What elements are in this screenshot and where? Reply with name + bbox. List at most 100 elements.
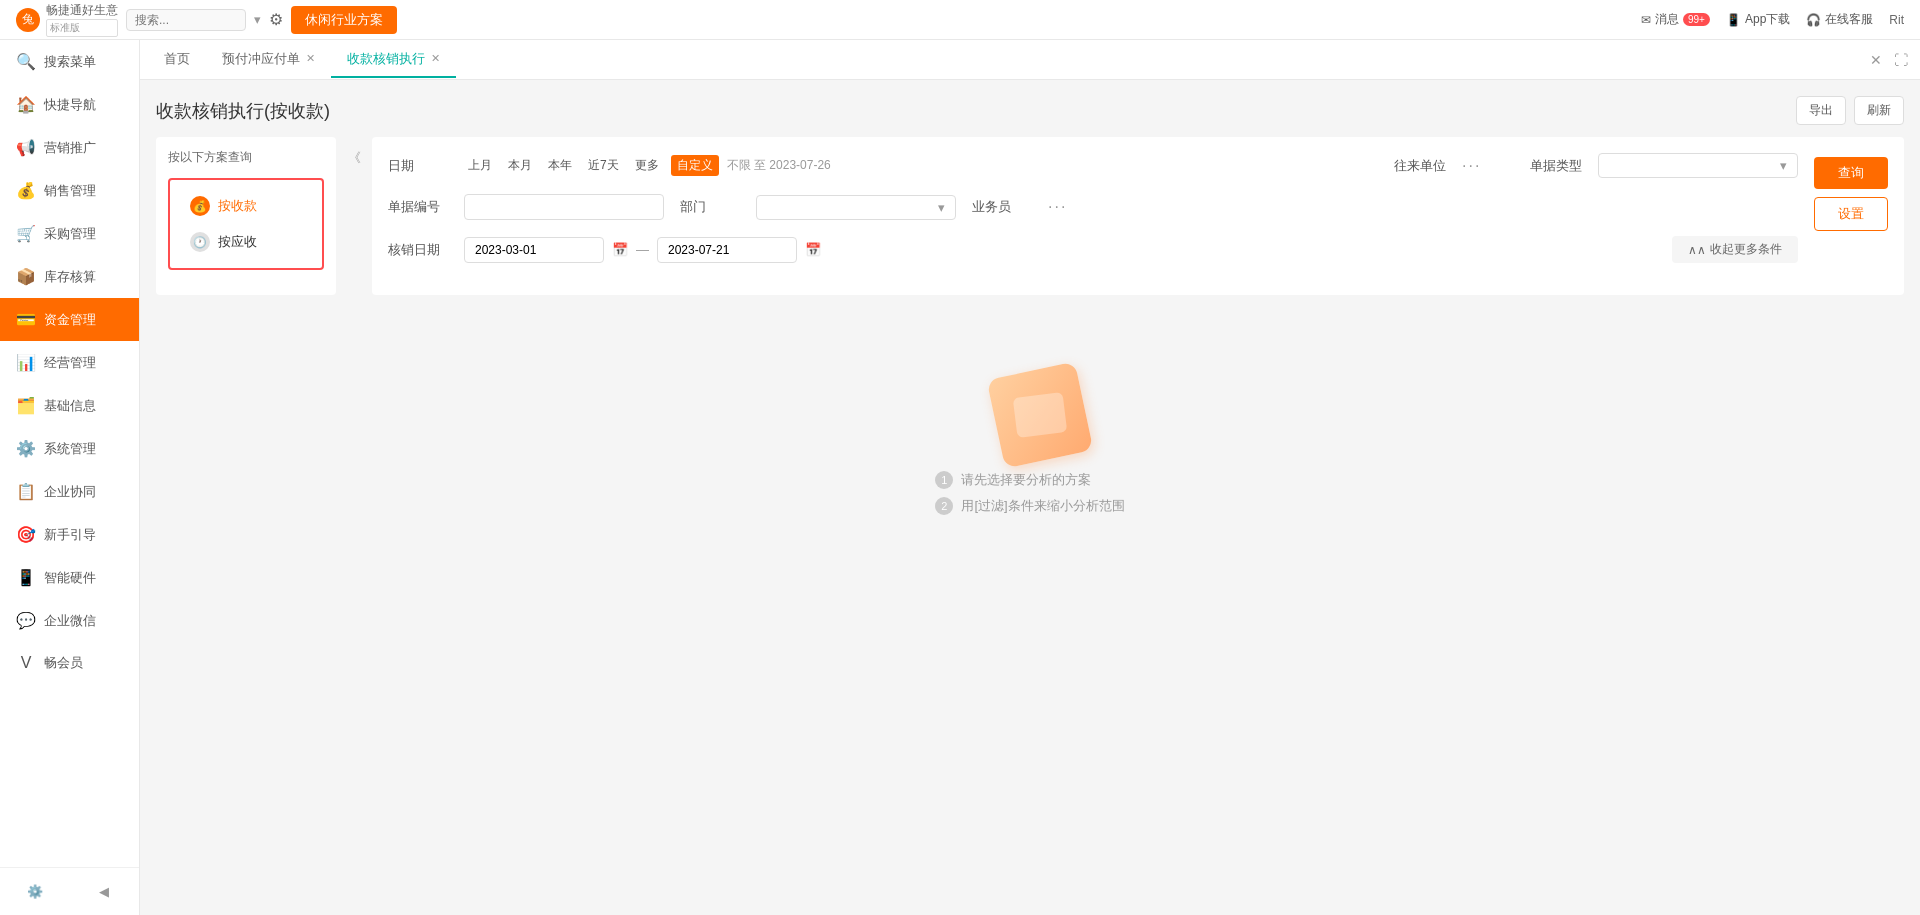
- form-row-2: 单据编号 部门 ▾ 业务员 ···: [388, 194, 1798, 220]
- sidebar-item-quicknav[interactable]: 🏠 快捷导航: [0, 83, 139, 126]
- sidebar-item-member[interactable]: V 畅会员: [0, 642, 139, 684]
- basic-info-icon: 🗂️: [16, 396, 36, 415]
- filter-by-receipt[interactable]: 💰 按收款: [178, 188, 314, 224]
- headset-icon: 🎧: [1806, 13, 1821, 27]
- search-icon: 🔍: [16, 52, 36, 71]
- sidebar-item-purchase[interactable]: 🛒 采购管理: [0, 212, 139, 255]
- collapse-more-label: 收起更多条件: [1710, 241, 1782, 258]
- chevron-down-icon: ▾: [938, 200, 945, 215]
- date-separator: —: [636, 242, 649, 257]
- verify-date-start-input[interactable]: [464, 237, 604, 263]
- sidebar-item-inventory[interactable]: 📦 库存核算: [0, 255, 139, 298]
- staff-label: 业务员: [972, 198, 1032, 216]
- gear-icon[interactable]: ⚙: [269, 10, 283, 29]
- sidebar-collapse-btn[interactable]: ◀: [70, 876, 140, 907]
- tip-number-1: 1: [935, 471, 953, 489]
- collapse-more-button[interactable]: ∧∧ 收起更多条件: [1672, 236, 1798, 263]
- customer-service-item[interactable]: 🎧 在线客服: [1806, 11, 1873, 28]
- sidebar-item-label: 采购管理: [44, 225, 96, 243]
- verify-date-end-input[interactable]: [657, 237, 797, 263]
- filter-by-receivable[interactable]: 🕐 按应收: [178, 224, 314, 260]
- doc-no-input[interactable]: [464, 194, 664, 220]
- sidebar-item-label: 经营管理: [44, 354, 96, 372]
- doc-type-label: 单据类型: [1530, 157, 1590, 175]
- export-button[interactable]: 导出: [1796, 96, 1846, 125]
- chevron-down-icon: ▾: [1780, 158, 1787, 173]
- marketing-icon: 📢: [16, 138, 36, 157]
- enterprise-icon: 📋: [16, 482, 36, 501]
- app-download-label: App下载: [1745, 11, 1790, 28]
- sidebar-item-hardware[interactable]: 📱 智能硬件: [0, 556, 139, 599]
- tab-close-icon[interactable]: ✕: [306, 52, 315, 65]
- tab-collection[interactable]: 收款核销执行 ✕: [331, 42, 456, 78]
- filter-collapse-button[interactable]: 《: [344, 149, 364, 167]
- dept-select[interactable]: ▾: [756, 195, 956, 220]
- page-title: 收款核销执行(按收款): [156, 99, 330, 123]
- verify-date-group: 📅 — 📅: [464, 237, 821, 263]
- date-btn-this-month[interactable]: 本月: [504, 155, 536, 176]
- date-btn-last-month[interactable]: 上月: [464, 155, 496, 176]
- tip-number-2: 2: [935, 497, 953, 515]
- main-layout: 🔍 搜索菜单 🏠 快捷导航 📢 营销推广 💰 销售管理 🛒 采购管理 📦 库存核…: [0, 40, 1920, 915]
- counterpart-input[interactable]: ···: [1462, 157, 1522, 175]
- empty-icon: [980, 355, 1080, 455]
- empty-tip-2: 2 用[过滤]条件来缩小分析范围: [935, 497, 1124, 515]
- sidebar-item-label: 快捷导航: [44, 96, 96, 114]
- date-btn-custom[interactable]: 自定义: [671, 155, 719, 176]
- sidebar-item-system[interactable]: ⚙️ 系统管理: [0, 427, 139, 470]
- sidebar-item-label: 资金管理: [44, 311, 96, 329]
- username: Rit: [1889, 13, 1904, 27]
- calendar-end-icon[interactable]: 📅: [805, 242, 821, 257]
- message-item[interactable]: ✉ 消息 99+: [1641, 11, 1710, 28]
- date-btn-7days[interactable]: 近7天: [584, 155, 623, 176]
- member-icon: V: [16, 654, 36, 672]
- sidebar-item-marketing[interactable]: 📢 营销推广: [0, 126, 139, 169]
- sidebar-item-label: 营销推广: [44, 139, 96, 157]
- tab-label: 预付冲应付单: [222, 50, 300, 68]
- filter-item-label: 按收款: [218, 197, 257, 215]
- sidebar-item-label: 智能硬件: [44, 569, 96, 587]
- guide-icon: 🎯: [16, 525, 36, 544]
- sidebar-item-guide[interactable]: 🎯 新手引导: [0, 513, 139, 556]
- management-icon: 📊: [16, 353, 36, 372]
- hardware-icon: 📱: [16, 568, 36, 587]
- sidebar-item-search[interactable]: 🔍 搜索菜单: [0, 40, 139, 83]
- sales-icon: 💰: [16, 181, 36, 200]
- solution-button[interactable]: 休闲行业方案: [291, 6, 397, 34]
- sidebar-item-wechat[interactable]: 💬 企业微信: [0, 599, 139, 642]
- sidebar-item-management[interactable]: 📊 经营管理: [0, 341, 139, 384]
- refresh-button[interactable]: 刷新: [1854, 96, 1904, 125]
- purchase-icon: 🛒: [16, 224, 36, 243]
- close-window-icon[interactable]: ✕: [1866, 48, 1886, 72]
- sidebar-item-basic-info[interactable]: 🗂️ 基础信息: [0, 384, 139, 427]
- topbar-right: ✉ 消息 99+ 📱 App下载 🎧 在线客服 Rit: [1641, 11, 1904, 28]
- setting-button[interactable]: 设置: [1814, 197, 1888, 231]
- inventory-icon: 📦: [16, 267, 36, 286]
- date-btn-more[interactable]: 更多: [631, 155, 663, 176]
- doc-no-label: 单据编号: [388, 198, 448, 216]
- logo-badge: 标准版: [46, 19, 118, 37]
- tab-close-icon[interactable]: ✕: [431, 52, 440, 65]
- verify-date-label: 核销日期: [388, 241, 448, 259]
- dropdown-icon[interactable]: ▾: [254, 12, 261, 27]
- search-input[interactable]: [126, 9, 246, 31]
- query-button[interactable]: 查询: [1814, 157, 1888, 189]
- fullscreen-icon[interactable]: ⛶: [1890, 48, 1912, 72]
- tab-label: 首页: [164, 50, 190, 68]
- sidebar-item-label: 销售管理: [44, 182, 96, 200]
- app-download-item[interactable]: 📱 App下载: [1726, 11, 1790, 28]
- sidebar-item-sales[interactable]: 💰 销售管理: [0, 169, 139, 212]
- app-icon: 📱: [1726, 13, 1741, 27]
- tab-home[interactable]: 首页: [148, 42, 206, 78]
- sidebar-item-enterprise[interactable]: 📋 企业协同: [0, 470, 139, 513]
- calendar-start-icon[interactable]: 📅: [612, 242, 628, 257]
- customer-service-label: 在线客服: [1825, 11, 1873, 28]
- date-btn-this-year[interactable]: 本年: [544, 155, 576, 176]
- date-range-text: 不限 至 2023-07-26: [727, 157, 831, 174]
- staff-input[interactable]: ···: [1048, 198, 1108, 216]
- sidebar-settings-btn[interactable]: ⚙️: [0, 876, 70, 907]
- sidebar-item-finance[interactable]: 💳 资金管理: [0, 298, 139, 341]
- tab-prepay[interactable]: 预付冲应付单 ✕: [206, 42, 331, 78]
- sidebar-item-label: 搜索菜单: [44, 53, 96, 71]
- doc-type-select[interactable]: ▾: [1598, 153, 1798, 178]
